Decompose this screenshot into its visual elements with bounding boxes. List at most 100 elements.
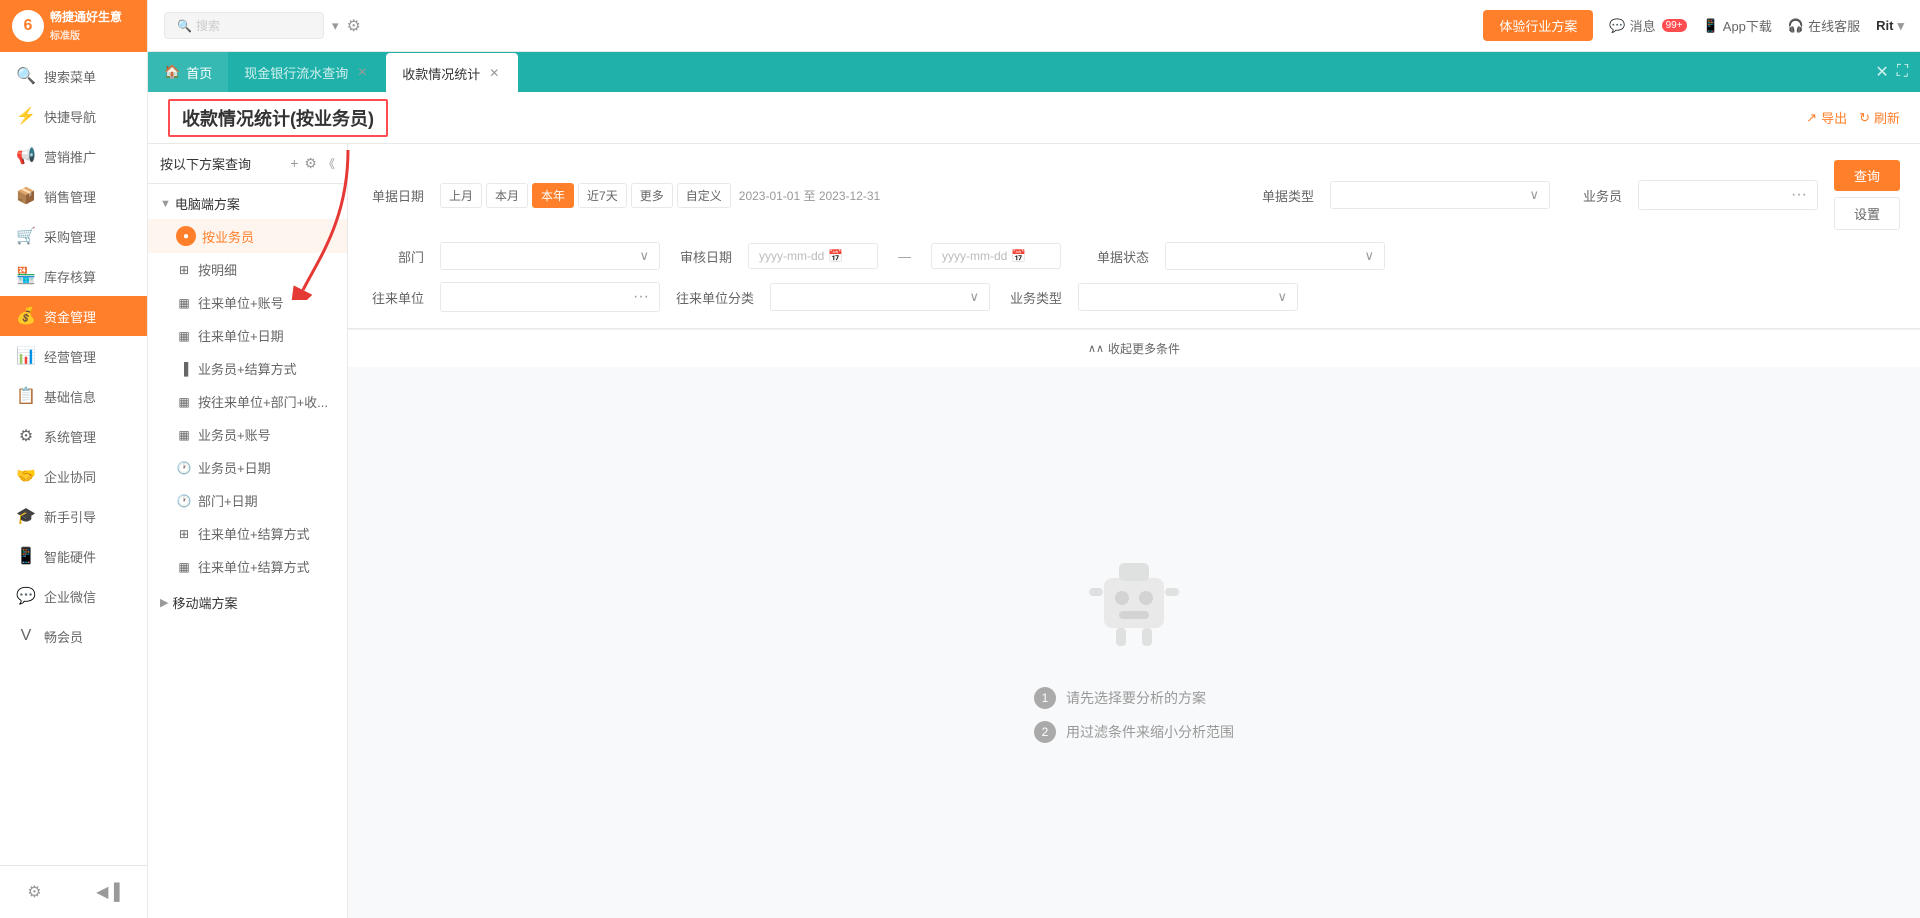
- sidebar-item-operations[interactable]: 📊 经营管理: [0, 336, 147, 376]
- active-scheme-dot: ●: [176, 226, 196, 246]
- scheme-item-counterparty-account[interactable]: ▦ 往来单位+账号: [148, 286, 347, 319]
- refresh-button[interactable]: ↻ 刷新: [1859, 108, 1900, 127]
- sidebar-item-membership[interactable]: V 畅会员: [0, 616, 147, 656]
- scheme-item-salesperson-account[interactable]: ▦ 业务员+账号: [148, 418, 347, 451]
- last-month-btn[interactable]: 上月: [440, 183, 482, 208]
- voucher-type-select[interactable]: ∨: [1330, 181, 1550, 209]
- sidebar-item-enterprise-coop[interactable]: 🤝 企业协同: [0, 456, 147, 496]
- last-7-days-btn[interactable]: 近7天: [578, 183, 627, 208]
- sidebar-item-newbie[interactable]: 🎓 新手引导: [0, 496, 147, 536]
- sidebar-item-search-menu[interactable]: 🔍 搜索菜单: [0, 56, 147, 96]
- tab-bank-flow[interactable]: 现金银行流水查询 ✕: [228, 52, 386, 92]
- voucher-type-dropdown-icon: ∨: [1529, 187, 1539, 203]
- wechat-icon: 💬: [16, 586, 36, 606]
- sidebar: 6 畅捷通好生意 标准版 🔍 搜索菜单 ⚡ 快捷导航 📢 营销推广 📦 销: [0, 0, 148, 918]
- query-button[interactable]: 查询: [1834, 160, 1900, 191]
- sidebar-item-finance[interactable]: 💰 资金管理: [0, 296, 147, 336]
- sidebar-item-marketing[interactable]: 📢 营销推广: [0, 136, 147, 176]
- by-detail-icon: ⊞: [176, 262, 192, 278]
- user-avatar[interactable]: Rit ▾: [1876, 18, 1904, 34]
- sidebar-item-inventory[interactable]: 🏪 库存核算: [0, 256, 147, 296]
- tab-close-all-btn[interactable]: ✕: [1875, 62, 1888, 82]
- user-dropdown-icon: ▾: [1897, 18, 1904, 34]
- more-date-btn[interactable]: 更多: [631, 183, 673, 208]
- tab-collection-stats-close[interactable]: ✕: [486, 65, 502, 81]
- tab-home[interactable]: 🏠 首页: [148, 52, 228, 92]
- tab-expand-btn[interactable]: ⛶: [1897, 63, 1908, 81]
- filter-row-2: 部门 ∨ 审核日期 yyyy-mm-dd 📅 — yyyy-mm-dd: [368, 242, 1900, 270]
- add-scheme-btn[interactable]: +: [290, 155, 298, 172]
- filter-area: 单据日期 上月 本月 本年 近7天 更多 自定义 2023-01-01 至 20…: [348, 144, 1920, 329]
- counterparty-category-label: 往来单位分类: [676, 288, 754, 307]
- dept-select[interactable]: ∨: [440, 242, 660, 270]
- sidebar-item-quick-nav[interactable]: ⚡ 快捷导航: [0, 96, 147, 136]
- online-service-button[interactable]: 🎧 在线客服: [1788, 16, 1860, 35]
- collapse-bar[interactable]: ∧∧ 收起更多条件: [348, 329, 1920, 367]
- trial-plan-button[interactable]: 体验行业方案: [1483, 10, 1593, 41]
- counterparty-date-icon: ▦: [176, 328, 192, 344]
- scheme-item-counterparty-date[interactable]: ▦ 往来单位+日期: [148, 319, 347, 352]
- calendar-icon-to: 📅: [1011, 249, 1026, 263]
- export-button[interactable]: ↗ 导出: [1806, 108, 1847, 127]
- notification-count: 99+: [1662, 19, 1687, 32]
- sidebar-item-wechat[interactable]: 💬 企业微信: [0, 576, 147, 616]
- tabbar-right-actions: ✕ ⛶: [1875, 62, 1920, 82]
- filter-settings-button[interactable]: 设置: [1834, 197, 1900, 230]
- scheme-item-dept-date[interactable]: 🕐 部门+日期: [148, 484, 347, 517]
- tabbar: 🏠 首页 现金银行流水查询 ✕ 收款情况统计 ✕ ✕ ⛶: [148, 52, 1920, 92]
- custom-date-btn[interactable]: 自定义: [677, 183, 731, 208]
- scheme-settings-btn[interactable]: ⚙: [304, 155, 317, 172]
- counterparty-more-btn[interactable]: ···: [633, 288, 649, 306]
- sidebar-navigation: 🔍 搜索菜单 ⚡ 快捷导航 📢 营销推广 📦 销售管理 🛒 采购管理 🏪: [0, 52, 147, 865]
- scheme-item-counterparty-settlement1[interactable]: ⊞ 往来单位+结算方式: [148, 517, 347, 550]
- business-type-select[interactable]: ∨: [1078, 283, 1298, 311]
- app-download-button[interactable]: 📱 App下载: [1703, 16, 1772, 35]
- salesperson-more-btn[interactable]: ···: [1791, 186, 1807, 204]
- messages-button[interactable]: 💬 消息 99+: [1609, 16, 1686, 35]
- collapse-icon: ∧∧: [1088, 342, 1104, 355]
- business-type-label: 业务类型: [1006, 288, 1062, 307]
- collapse-left-panel-btn[interactable]: 《: [323, 155, 335, 172]
- scheme-item-salesperson-settlement[interactable]: ▐ 业务员+结算方式: [148, 352, 347, 385]
- sidebar-item-purchase[interactable]: 🛒 采购管理: [0, 216, 147, 256]
- counterparty-select[interactable]: ···: [440, 282, 660, 312]
- quick-nav-icon: ⚡: [16, 106, 36, 126]
- topbar-search-box[interactable]: 🔍 搜索: [164, 12, 324, 39]
- dept-date-icon: 🕐: [176, 493, 192, 509]
- sidebar-collapse-btn[interactable]: ◀▐: [88, 874, 128, 910]
- service-icon: 🎧: [1788, 18, 1804, 34]
- salesperson-select[interactable]: ···: [1638, 180, 1818, 210]
- scheme-item-by-detail[interactable]: ⊞ 按明细: [148, 253, 347, 286]
- scheme-item-by-salesperson[interactable]: ● 按业务员: [148, 219, 347, 253]
- counterparty-settlement2-icon: ▦: [176, 559, 192, 575]
- topbar-settings-icon[interactable]: ⚙: [347, 16, 361, 36]
- sidebar-item-sales[interactable]: 📦 销售管理: [0, 176, 147, 216]
- scheme-item-counterparty-settlement2[interactable]: ▦ 往来单位+结算方式: [148, 550, 347, 583]
- left-panel: 按以下方案查询 + ⚙ 《 ▼ 电脑端方案 ●: [148, 144, 348, 918]
- topbar-dropdown-icon[interactable]: ▾: [332, 18, 339, 34]
- counterparty-settlement1-icon: ⊞: [176, 526, 192, 542]
- topbar-actions: 体验行业方案 💬 消息 99+ 📱 App下载 🎧 在线客服 Rit ▾: [1483, 10, 1904, 41]
- scheme-item-counterparty-dept[interactable]: ▦ 按往来单位+部门+收...: [148, 385, 347, 418]
- audit-date-to-input[interactable]: yyyy-mm-dd 📅: [931, 243, 1061, 269]
- desktop-scheme-arrow: ▼: [160, 198, 171, 210]
- export-icon: ↗: [1806, 110, 1817, 126]
- download-icon: 📱: [1703, 18, 1719, 34]
- scheme-item-salesperson-date[interactable]: 🕐 业务员+日期: [148, 451, 347, 484]
- desktop-scheme-category[interactable]: ▼ 电脑端方案: [148, 188, 347, 219]
- sidebar-item-system[interactable]: ⚙ 系统管理: [0, 416, 147, 456]
- date-separator: —: [894, 249, 915, 264]
- this-month-btn[interactable]: 本月: [486, 183, 528, 208]
- tab-collection-stats[interactable]: 收款情况统计 ✕: [386, 53, 518, 93]
- sidebar-settings-btn[interactable]: ⚙: [19, 874, 49, 910]
- sidebar-item-smart-hardware[interactable]: 📱 智能硬件: [0, 536, 147, 576]
- mobile-scheme-category[interactable]: ▶ 移动端方案: [148, 587, 347, 618]
- left-panel-title: 按以下方案查询: [160, 154, 251, 173]
- counterparty-category-select[interactable]: ∨: [770, 283, 990, 311]
- tab-bank-flow-close[interactable]: ✕: [354, 64, 370, 80]
- this-year-btn[interactable]: 本年: [532, 183, 574, 208]
- date-range-display: 2023-01-01 至 2023-12-31: [739, 187, 880, 204]
- sidebar-item-basic-info[interactable]: 📋 基础信息: [0, 376, 147, 416]
- audit-date-from-input[interactable]: yyyy-mm-dd 📅: [748, 243, 878, 269]
- voucher-status-select[interactable]: ∨: [1165, 242, 1385, 270]
